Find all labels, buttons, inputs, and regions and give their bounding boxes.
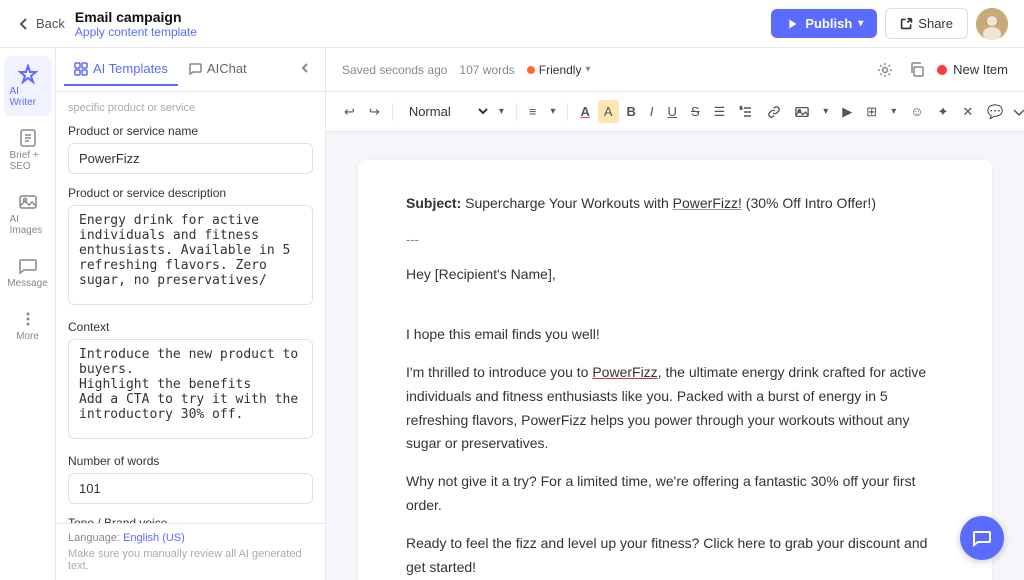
- email-divider: ---: [406, 232, 944, 247]
- main-layout: AI Writer Brief + SEO AI Images Message …: [0, 48, 1024, 580]
- word-count-display: 107 words: [459, 63, 514, 77]
- subject-link: PowerFizz!: [673, 195, 742, 211]
- header-title-group: Email campaign Apply content template: [75, 9, 197, 39]
- strikethrough-button[interactable]: S: [685, 100, 706, 123]
- email-body: Hey [Recipient's Name], I hope this emai…: [406, 263, 944, 580]
- header-left: Back Email campaign Apply content templa…: [16, 9, 197, 39]
- page-title: Email campaign: [75, 9, 197, 25]
- panel-collapse-button[interactable]: [293, 56, 317, 83]
- cta-paragraph: Why not give it a try? For a limited tim…: [406, 470, 944, 518]
- align-chevron-button[interactable]: ▾: [544, 102, 561, 121]
- word-count-group: Number of words: [68, 454, 313, 504]
- save-status: Saved seconds ago: [342, 63, 447, 77]
- context-group: Context Introduce the new product to buy…: [68, 320, 313, 442]
- panel-hint: specific product or service: [68, 102, 313, 114]
- ai-tools-button[interactable]: ✦: [932, 100, 955, 124]
- action-paragraph: Ready to feel the fizz and level up your…: [406, 532, 944, 580]
- table-button[interactable]: ⊞: [860, 100, 883, 124]
- bold-button[interactable]: B: [621, 100, 642, 123]
- back-button[interactable]: Back: [16, 16, 65, 32]
- header-right: Publish ▾ Share: [771, 8, 1008, 40]
- redo-button[interactable]: ↪: [363, 100, 386, 124]
- content-template-link[interactable]: Apply content template: [75, 25, 197, 39]
- copy-icon-button[interactable]: [905, 58, 929, 82]
- erase-button[interactable]: ✕: [956, 100, 979, 124]
- description-label: Product or service description: [68, 186, 313, 200]
- email-subject-line: Subject: Supercharge Your Workouts with …: [406, 192, 944, 214]
- product-name-input[interactable]: [68, 143, 313, 174]
- product-name-group: Product or service name: [68, 124, 313, 174]
- editor-area: Saved seconds ago 107 words Friendly ▾ N…: [326, 48, 1024, 580]
- disclaimer-text: Make sure you manually review all AI gen…: [68, 548, 313, 572]
- context-textarea[interactable]: Introduce the new product to buyers. Hig…: [68, 339, 313, 439]
- tone-badge[interactable]: Friendly ▾: [527, 63, 591, 77]
- avatar[interactable]: [976, 8, 1008, 40]
- greeting-line: Hey [Recipient's Name],: [406, 263, 944, 287]
- word-count-input[interactable]: [68, 473, 313, 504]
- comment-button[interactable]: 💬: [981, 100, 1009, 124]
- new-item-dot-icon: [937, 65, 947, 75]
- toolbar-divider-3: [567, 103, 568, 121]
- sidebar-item-more[interactable]: More: [4, 301, 52, 350]
- share-button[interactable]: Share: [885, 8, 968, 39]
- description-textarea[interactable]: Energy drink for active individuals and …: [68, 205, 313, 305]
- panel-footer: Language: English (US) Make sure you man…: [56, 523, 325, 580]
- tone-group: Tone / Brand voice Friendly Professional…: [68, 516, 313, 523]
- tone-chevron-icon: ▾: [585, 64, 590, 75]
- ai-panel: AI Templates AIChat specific product or …: [56, 48, 326, 580]
- tab-ai-templates[interactable]: AI Templates: [64, 53, 178, 86]
- context-label: Context: [68, 320, 313, 334]
- toolbar-divider-2: [516, 103, 517, 121]
- ai-panel-tabs: AI Templates AIChat: [56, 48, 325, 92]
- highlight-button[interactable]: A: [598, 100, 619, 123]
- image-toolbar-button[interactable]: [789, 101, 815, 123]
- editor-scroll-area: Subject: Supercharge Your Workouts with …: [326, 132, 1024, 580]
- description-group: Product or service description Energy dr…: [68, 186, 313, 308]
- table-chevron-button[interactable]: ▾: [885, 102, 902, 121]
- play-button[interactable]: ▶: [836, 100, 858, 124]
- undo-button[interactable]: ↩: [338, 100, 361, 124]
- font-color-button[interactable]: A: [574, 100, 595, 123]
- top-header: Back Email campaign Apply content templa…: [0, 0, 1024, 48]
- svg-text:1: 1: [740, 105, 743, 110]
- tone-dot-icon: [527, 66, 535, 74]
- language-link[interactable]: English (US): [123, 532, 185, 544]
- bullet-list-button[interactable]: ☰: [708, 100, 732, 124]
- ai-panel-content: specific product or service Product or s…: [56, 92, 325, 523]
- emoji-button[interactable]: ☺: [904, 100, 929, 123]
- chat-bubble-button[interactable]: [960, 516, 1004, 560]
- sidebar-item-message[interactable]: Message: [4, 248, 52, 297]
- style-chevron-button[interactable]: ▾: [493, 102, 510, 121]
- settings-icon-button[interactable]: [873, 58, 897, 82]
- tab-aichat[interactable]: AIChat: [178, 53, 257, 86]
- numbered-list-button[interactable]: 1: [733, 101, 759, 123]
- hope-line: I hope this email finds you well!: [406, 323, 944, 347]
- editor-toolbar: ↩ ↪ NormalHeading 1Heading 2 ▾ ≡ ▾ A A B…: [326, 92, 1024, 132]
- toolbar-end: Editing ▾ •••: [1012, 100, 1024, 123]
- image-chevron-button[interactable]: ▾: [817, 102, 834, 121]
- icon-sidebar: AI Writer Brief + SEO AI Images Message …: [0, 48, 56, 580]
- editor-content[interactable]: Subject: Supercharge Your Workouts with …: [358, 160, 992, 580]
- cursor-line: [406, 291, 944, 309]
- word-count-label: Number of words: [68, 454, 313, 468]
- italic-button[interactable]: I: [644, 100, 660, 123]
- publish-chevron-icon: ▾: [858, 18, 863, 29]
- language-label: Language:: [68, 532, 120, 544]
- underline-button[interactable]: U: [662, 100, 683, 123]
- editor-topbar: Saved seconds ago 107 words Friendly ▾ N…: [326, 48, 1024, 92]
- topbar-right: New Item: [873, 58, 1008, 82]
- sidebar-item-ai-images[interactable]: AI Images: [4, 184, 52, 244]
- sidebar-item-ai-writer[interactable]: AI Writer: [4, 56, 52, 116]
- powerfizz-link-1: PowerFizz: [592, 364, 657, 380]
- toolbar-divider-1: [392, 103, 393, 121]
- tone-label: Tone / Brand voice: [68, 516, 313, 523]
- publish-button[interactable]: Publish ▾: [771, 9, 877, 38]
- style-select[interactable]: NormalHeading 1Heading 2: [399, 99, 491, 124]
- new-item-badge[interactable]: New Item: [937, 62, 1008, 77]
- link-button[interactable]: [761, 101, 787, 123]
- product-name-label: Product or service name: [68, 124, 313, 138]
- intro-paragraph: I'm thrilled to introduce you to PowerFi…: [406, 361, 944, 456]
- align-button[interactable]: ≡: [523, 100, 543, 123]
- sidebar-item-brief-seo[interactable]: Brief + SEO: [4, 120, 52, 180]
